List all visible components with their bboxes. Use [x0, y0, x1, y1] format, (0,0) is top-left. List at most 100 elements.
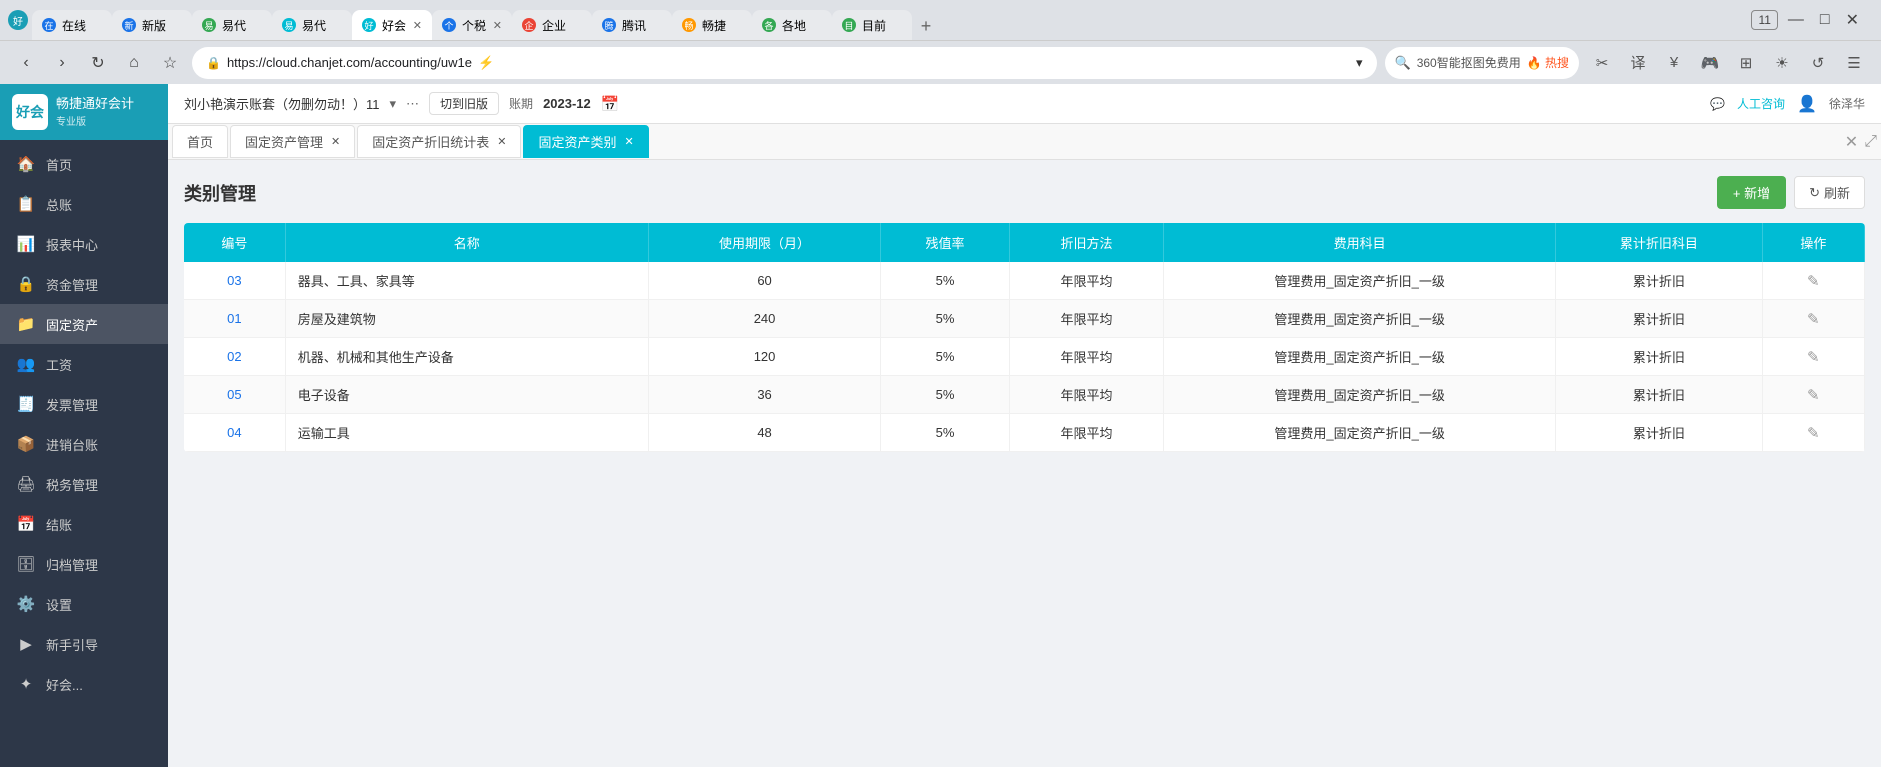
page-tab-fixed-mgmt[interactable]: 固定资产管理 ✕	[230, 125, 355, 158]
menu-tool[interactable]: ☰	[1839, 48, 1869, 78]
browser-tab-4[interactable]: 易 易代	[272, 10, 352, 40]
home-icon: 🏠	[16, 154, 36, 174]
browser-chrome: 好 在 在线 新 新版 易 易代 易 易代 好 好会 ✕ 个 个税 ✕ 企	[0, 0, 1881, 40]
home-button[interactable]: ⌂	[120, 49, 148, 77]
reports-icon: 📊	[16, 234, 36, 254]
window-expand-icon[interactable]: ⤢	[1864, 133, 1877, 151]
top-bar-right: 💬 人工咨询 👤 徐泽华	[1710, 94, 1865, 114]
reload-button[interactable]: ↻	[84, 49, 112, 77]
account-menu-icon[interactable]: ⋯	[406, 96, 419, 112]
browser-tab-8[interactable]: 腾 腾讯	[592, 10, 672, 40]
refresh-button[interactable]: ↻ 刷新	[1794, 176, 1865, 209]
window-close-icon[interactable]: ✕	[1845, 132, 1858, 152]
invoices-icon: 🧾	[16, 394, 36, 414]
tab-label-11: 目前	[862, 17, 886, 34]
page-tab-home[interactable]: 首页	[172, 125, 228, 158]
tab-count-badge[interactable]: 11	[1751, 10, 1777, 30]
page-tab-depreciation[interactable]: 固定资产折旧统计表 ✕	[357, 125, 521, 158]
brightness-tool[interactable]: ☀	[1767, 48, 1797, 78]
browser-tab-6[interactable]: 个 个税 ✕	[432, 10, 512, 40]
browser-tab-2[interactable]: 新 新版	[112, 10, 192, 40]
tab-label-3: 易代	[222, 17, 246, 34]
tab-close-5[interactable]: ✕	[413, 19, 422, 32]
sidebar-label-settings: 设置	[46, 595, 72, 614]
browser-tab-7[interactable]: 企 企业	[512, 10, 592, 40]
sidebar-item-purchase[interactable]: 📦 进销台账	[0, 424, 168, 464]
sidebar-logo: 好会 畅捷通好会计 专业版	[0, 84, 168, 140]
sidebar-item-payroll[interactable]: 👥 工资	[0, 344, 168, 384]
browser-tab-9[interactable]: 畅 畅捷	[672, 10, 752, 40]
tab-icon-1: 在	[42, 18, 56, 32]
sidebar-item-reports[interactable]: 📊 报表中心	[0, 224, 168, 264]
grid-tool[interactable]: ⊞	[1731, 48, 1761, 78]
browser-tab-5[interactable]: 好 好会 ✕	[352, 10, 432, 40]
sidebar-item-closing[interactable]: 📅 结账	[0, 504, 168, 544]
undo-tool[interactable]: ↺	[1803, 48, 1833, 78]
app-container: 好会 畅捷通好会计 专业版 🏠 首页 📋 总账 📊 报表中心 🔒 资金管理	[0, 84, 1881, 767]
browser-tab-11[interactable]: 目 目前	[832, 10, 912, 40]
sidebar-item-guide[interactable]: ▶ 新手引导	[0, 624, 168, 664]
maximize-button[interactable]: □	[1814, 9, 1836, 31]
calendar-icon[interactable]: 📅	[601, 95, 620, 113]
scissors-tool[interactable]: ✂	[1587, 48, 1617, 78]
cell-code-3: 05	[184, 376, 285, 414]
expand-icon[interactable]: ▾	[390, 96, 397, 112]
sidebar-item-home[interactable]: 🏠 首页	[0, 144, 168, 184]
close-depreciation-tab[interactable]: ✕	[497, 135, 506, 148]
back-button[interactable]: ‹	[12, 49, 40, 77]
cell-method-3: 年限平均	[1009, 376, 1163, 414]
tab-close-6[interactable]: ✕	[493, 19, 502, 32]
tab-controls: 11 — □ ✕	[1743, 8, 1873, 32]
sidebar-label-purchase: 进销台账	[46, 435, 98, 454]
sidebar-item-settings[interactable]: ⚙️ 设置	[0, 584, 168, 624]
game-tool[interactable]: 🎮	[1695, 48, 1725, 78]
sidebar-item-more[interactable]: ✦ 好会...	[0, 664, 168, 704]
cell-edit-4[interactable]: ✎	[1762, 414, 1864, 452]
sidebar-item-ledger[interactable]: 📋 总账	[0, 184, 168, 224]
url-bar[interactable]: 🔒 https://cloud.chanjet.com/accounting/u…	[192, 47, 1377, 79]
username-label: 徐泽华	[1829, 95, 1865, 112]
url-dropdown-icon[interactable]: ▾	[1356, 55, 1363, 71]
browser-tab-1[interactable]: 在 在线	[32, 10, 112, 40]
sidebar-label-archive: 归档管理	[46, 555, 98, 574]
top-bar: 刘小艳演示账套（勿删勿动！）11 ▾ ⋯ 切到旧版 账期 2023-12 📅 💬…	[168, 84, 1881, 124]
bookmark-button[interactable]: ☆	[156, 49, 184, 77]
translate-tool[interactable]: 译	[1623, 48, 1653, 78]
currency-tool[interactable]: ¥	[1659, 48, 1689, 78]
cell-edit-2[interactable]: ✎	[1762, 338, 1864, 376]
tab-window-controls: ✕ ⤢	[1845, 132, 1877, 152]
forward-button[interactable]: ›	[48, 49, 76, 77]
sidebar-item-tax[interactable]: 🖨 税务管理	[0, 464, 168, 504]
browser-tab-3[interactable]: 易 易代	[192, 10, 272, 40]
sidebar-label-funds: 资金管理	[46, 275, 98, 294]
tab-label-9: 畅捷	[702, 17, 726, 34]
sidebar-item-funds[interactable]: 🔒 资金管理	[0, 264, 168, 304]
sidebar-item-archive[interactable]: 🗄 归档管理	[0, 544, 168, 584]
cell-edit-1[interactable]: ✎	[1762, 300, 1864, 338]
add-button[interactable]: + 新增	[1717, 176, 1786, 209]
new-tab-button[interactable]: +	[912, 12, 940, 40]
browser-tab-10[interactable]: 各 各地	[752, 10, 832, 40]
main-content: 刘小艳演示账套（勿删勿动！）11 ▾ ⋯ 切到旧版 账期 2023-12 📅 💬…	[168, 84, 1881, 767]
cell-edit-3[interactable]: ✎	[1762, 376, 1864, 414]
support-label[interactable]: 人工咨询	[1737, 95, 1785, 112]
sidebar-item-invoices[interactable]: 🧾 发票管理	[0, 384, 168, 424]
cell-method-4: 年限平均	[1009, 414, 1163, 452]
table-body: 03 器具、工具、家具等 60 5% 年限平均 管理费用_固定资产折旧_一级 累…	[184, 262, 1865, 452]
sidebar-item-fixed-assets[interactable]: 📁 固定资产	[0, 304, 168, 344]
close-category-tab[interactable]: ✕	[625, 135, 634, 148]
search-bar[interactable]: 🔍 360智能抠图免费用 🔥 热搜	[1385, 47, 1580, 79]
page-tab-category[interactable]: 固定资产类别 ✕	[523, 125, 648, 158]
switch-version-button[interactable]: 切到旧版	[429, 92, 499, 115]
cell-code-2: 02	[184, 338, 285, 376]
col-header-residual: 残值率	[881, 223, 1009, 262]
table-row: 04 运输工具 48 5% 年限平均 管理费用_固定资产折旧_一级 累计折旧 ✎	[184, 414, 1865, 452]
close-fixed-mgmt-tab[interactable]: ✕	[331, 135, 340, 148]
sidebar: 好会 畅捷通好会计 专业版 🏠 首页 📋 总账 📊 报表中心 🔒 资金管理	[0, 84, 168, 767]
close-window-button[interactable]: ✕	[1840, 8, 1865, 32]
tab-icon-10: 各	[762, 18, 776, 32]
table-row: 01 房屋及建筑物 240 5% 年限平均 管理费用_固定资产折旧_一级 累计折…	[184, 300, 1865, 338]
cell-edit-0[interactable]: ✎	[1762, 262, 1864, 300]
minimize-button[interactable]: —	[1782, 9, 1810, 31]
cell-months-4: 48	[648, 414, 881, 452]
